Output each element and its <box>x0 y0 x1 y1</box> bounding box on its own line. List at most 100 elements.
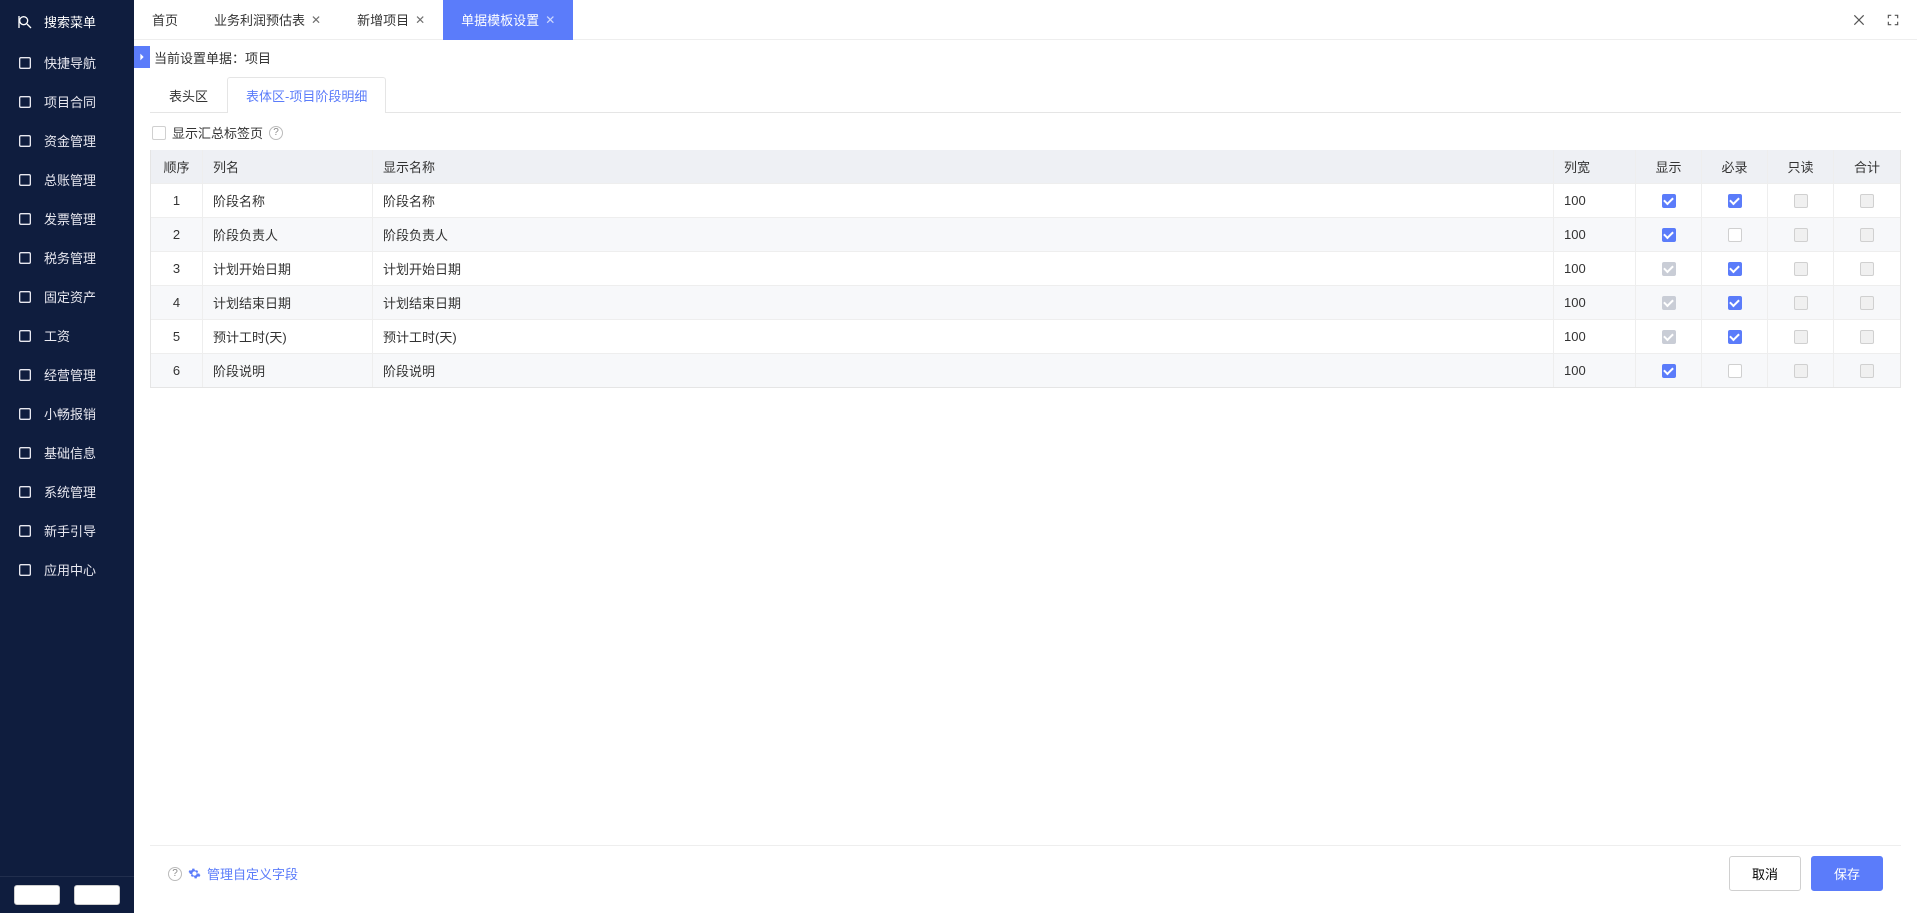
sidebar-item-5[interactable]: 税务管理 <box>0 238 134 277</box>
cell-display[interactable]: 计划开始日期 <box>373 252 1554 285</box>
total-checkbox <box>1860 194 1874 208</box>
cell-display[interactable]: 预计工时(天) <box>373 320 1554 353</box>
fullscreen-button[interactable] <box>1883 10 1903 30</box>
show-checkbox[interactable] <box>1662 364 1676 378</box>
close-icon[interactable]: ✕ <box>545 13 555 27</box>
cell-display[interactable]: 计划结束日期 <box>373 286 1554 319</box>
table-row: 1阶段名称阶段名称100 <box>151 184 1900 218</box>
money-icon <box>16 132 34 150</box>
cell-width[interactable]: 100 <box>1554 320 1636 353</box>
cell-colname: 阶段说明 <box>203 354 373 387</box>
table-row: 3计划开始日期计划开始日期100 <box>151 252 1900 286</box>
th-order: 顺序 <box>151 150 203 183</box>
sidebar-item-7[interactable]: 工资 <box>0 316 134 355</box>
tab-2[interactable]: 新增项目✕ <box>339 0 443 40</box>
cell-display[interactable]: 阶段名称 <box>373 184 1554 217</box>
info-icon <box>16 444 34 462</box>
expense-icon <box>16 405 34 423</box>
sidebar-item-4[interactable]: 发票管理 <box>0 199 134 238</box>
readonly-checkbox <box>1794 330 1808 344</box>
inner-tab-0[interactable]: 表头区 <box>150 77 227 113</box>
total-checkbox <box>1860 296 1874 310</box>
tab-label: 业务利润预估表 <box>214 10 305 29</box>
search-menu[interactable]: 搜索菜单 <box>0 0 134 43</box>
cell-order: 4 <box>151 286 203 319</box>
show-checkbox <box>1662 330 1676 344</box>
sidebar-item-6[interactable]: 固定资产 <box>0 277 134 316</box>
cell-colname: 计划开始日期 <box>203 252 373 285</box>
total-checkbox <box>1860 364 1874 378</box>
show-checkbox[interactable] <box>1662 194 1676 208</box>
home-icon <box>16 54 34 72</box>
sidebar-item-label: 资金管理 <box>44 131 96 150</box>
save-button[interactable]: 保存 <box>1811 856 1883 891</box>
tab-0[interactable]: 首页 <box>134 0 196 40</box>
cell-width[interactable]: 100 <box>1554 286 1636 319</box>
sidebar-item-label: 工资 <box>44 326 70 345</box>
show-total-tab-checkbox[interactable] <box>152 126 166 140</box>
current-doc-label: 当前设置单据：项目 <box>154 48 271 67</box>
sidebar-item-13[interactable]: 应用中心 <box>0 550 134 589</box>
sidebar-item-label: 快捷导航 <box>44 53 96 72</box>
sidebar-item-label: 税务管理 <box>44 248 96 267</box>
sidebar-item-label: 项目合同 <box>44 92 96 111</box>
required-checkbox[interactable] <box>1728 262 1742 276</box>
content: 首页业务利润预估表✕新增项目✕单据模板设置✕ 当前设置单据：项目 表头区表体区-… <box>134 0 1917 913</box>
cell-colname: 预计工时(天) <box>203 320 373 353</box>
close-all-tabs-button[interactable] <box>1849 10 1869 30</box>
th-display: 显示名称 <box>373 150 1554 183</box>
show-checkbox <box>1662 262 1676 276</box>
required-checkbox[interactable] <box>1728 194 1742 208</box>
columns-table: 顺序 列名 显示名称 列宽 显示 必录 只读 合计 1阶段名称阶段名称1002阶… <box>150 150 1901 388</box>
expand-panel-button[interactable] <box>134 46 150 68</box>
tab-3[interactable]: 单据模板设置✕ <box>443 0 573 40</box>
cell-width[interactable]: 100 <box>1554 354 1636 387</box>
sidebar-item-3[interactable]: 总账管理 <box>0 160 134 199</box>
total-checkbox <box>1860 330 1874 344</box>
readonly-checkbox <box>1794 194 1808 208</box>
asset-icon <box>16 288 34 306</box>
sidebar: 搜索菜单 快捷导航项目合同资金管理总账管理发票管理税务管理固定资产工资经营管理小… <box>0 0 134 913</box>
cell-order: 6 <box>151 354 203 387</box>
close-icon[interactable]: ✕ <box>311 13 321 27</box>
show-checkbox[interactable] <box>1662 228 1676 242</box>
collapse-sidebar-button[interactable] <box>74 885 120 905</box>
required-checkbox[interactable] <box>1728 296 1742 310</box>
sidebar-item-0[interactable]: 快捷导航 <box>0 43 134 82</box>
inner-tab-1[interactable]: 表体区-项目阶段明细 <box>227 77 386 113</box>
tax-icon <box>16 249 34 267</box>
cell-display[interactable]: 阶段说明 <box>373 354 1554 387</box>
cell-display[interactable]: 阶段负责人 <box>373 218 1554 251</box>
close-icon[interactable]: ✕ <box>415 13 425 27</box>
tabs-row: 首页业务利润预估表✕新增项目✕单据模板设置✕ <box>134 0 1917 40</box>
gear-icon <box>188 867 201 880</box>
th-width: 列宽 <box>1554 150 1636 183</box>
sidebar-item-10[interactable]: 基础信息 <box>0 433 134 472</box>
sidebar-item-2[interactable]: 资金管理 <box>0 121 134 160</box>
table-row: 4计划结束日期计划结束日期100 <box>151 286 1900 320</box>
table-row: 2阶段负责人阶段负责人100 <box>151 218 1900 252</box>
biz-icon <box>16 366 34 384</box>
sidebar-item-1[interactable]: 项目合同 <box>0 82 134 121</box>
footer: ? 管理自定义字段 取消 保存 <box>150 845 1901 901</box>
footer-help-icon[interactable]: ? <box>168 867 182 881</box>
tab-1[interactable]: 业务利润预估表 ✕ <box>196 0 339 40</box>
required-checkbox[interactable] <box>1728 330 1742 344</box>
required-checkbox[interactable] <box>1728 364 1742 378</box>
cancel-button[interactable]: 取消 <box>1729 856 1801 891</box>
sidebar-item-8[interactable]: 经营管理 <box>0 355 134 394</box>
sidebar-item-11[interactable]: 系统管理 <box>0 472 134 511</box>
help-icon[interactable]: ? <box>269 126 283 140</box>
required-checkbox[interactable] <box>1728 228 1742 242</box>
total-checkbox <box>1860 228 1874 242</box>
sidebar-item-label: 固定资产 <box>44 287 96 306</box>
cell-width[interactable]: 100 <box>1554 252 1636 285</box>
sidebar-item-label: 小畅报销 <box>44 404 96 423</box>
cell-width[interactable]: 100 <box>1554 218 1636 251</box>
readonly-checkbox <box>1794 262 1808 276</box>
cell-width[interactable]: 100 <box>1554 184 1636 217</box>
sidebar-item-12[interactable]: 新手引导 <box>0 511 134 550</box>
settings-button[interactable] <box>14 885 60 905</box>
sidebar-item-9[interactable]: 小畅报销 <box>0 394 134 433</box>
manage-custom-fields-link[interactable]: 管理自定义字段 <box>207 864 298 883</box>
